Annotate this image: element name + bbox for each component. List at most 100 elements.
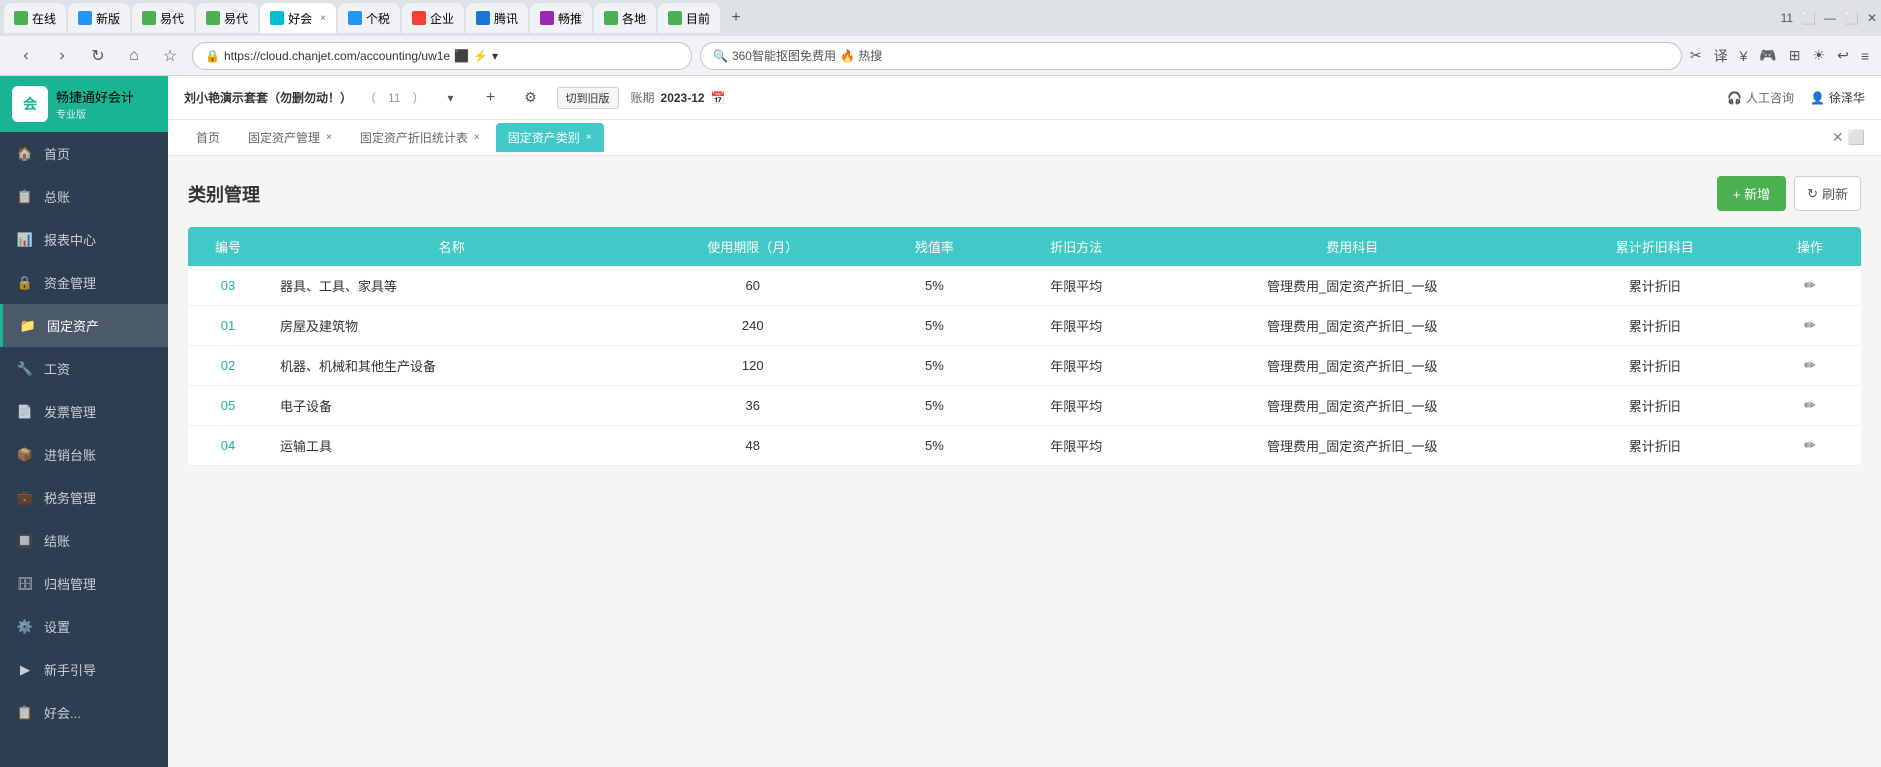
switch-version-button[interactable]: 切到旧版 bbox=[557, 87, 619, 109]
tab-close-icon[interactable]: ✕ bbox=[1867, 11, 1877, 25]
page-tab-fixed-mgmt[interactable]: 固定资产管理 × bbox=[236, 123, 344, 152]
back-button[interactable]: ‹ bbox=[12, 42, 40, 70]
browser-tab-shumu[interactable]: 目前 bbox=[658, 3, 720, 33]
refresh-button[interactable]: ↻ bbox=[84, 42, 112, 70]
table-row: 04 运输工具 48 5% 年限平均 管理费用_固定资产折旧_一级 累计折旧 ✏ bbox=[188, 426, 1861, 466]
sidebar-item-label-ledger: 总账 bbox=[44, 187, 70, 206]
browser-tab-geshui[interactable]: 个税 bbox=[338, 3, 400, 33]
sidebar-item-label-fixed: 固定资产 bbox=[47, 316, 99, 335]
tab-favicon-changtui bbox=[540, 11, 554, 25]
th-name: 名称 bbox=[268, 227, 635, 266]
apps-icon[interactable]: ⊞ bbox=[1789, 47, 1801, 64]
tab-favicon-yidai1 bbox=[142, 11, 156, 25]
section-actions: + 新增 ↻ 刷新 bbox=[1717, 176, 1861, 211]
sidebar-item-tax[interactable]: 💼 税务管理 bbox=[0, 476, 168, 519]
browser-tab-yidai2[interactable]: 易代 bbox=[196, 3, 258, 33]
cell-id-3: 05 bbox=[188, 386, 268, 426]
browser-tab-zaixian[interactable]: 在线 bbox=[4, 3, 66, 33]
edit-button-3[interactable]: ✏ bbox=[1804, 397, 1816, 414]
browser-tab-haosuan[interactable]: 好会 × bbox=[260, 3, 336, 33]
browser-tab-xin[interactable]: 新版 bbox=[68, 3, 130, 33]
page-tab-home[interactable]: 首页 bbox=[184, 123, 232, 152]
bookmark-button[interactable]: ☆ bbox=[156, 42, 184, 70]
tax-icon: 💼 bbox=[16, 489, 34, 507]
home-button[interactable]: ⌂ bbox=[120, 42, 148, 70]
menu-icon[interactable]: ≡ bbox=[1861, 48, 1869, 64]
cell-action-1: ✏ bbox=[1759, 306, 1861, 346]
refresh-icon: ↻ bbox=[1807, 186, 1818, 202]
brightness-icon[interactable]: ☀ bbox=[1813, 47, 1826, 64]
tab-minimize-icon[interactable]: — bbox=[1824, 11, 1836, 25]
cell-expense-4: 管理费用_固定资产折旧_一级 bbox=[1154, 426, 1551, 466]
calendar-icon[interactable]: 📅 bbox=[711, 91, 726, 105]
undo-icon[interactable]: ↩ bbox=[1837, 47, 1849, 64]
browser-tab-tengxun[interactable]: 腾讯 bbox=[466, 3, 528, 33]
tab-favicon-haosuan bbox=[270, 11, 284, 25]
edit-button-1[interactable]: ✏ bbox=[1804, 317, 1816, 334]
add-button[interactable]: + 新增 bbox=[1717, 176, 1786, 211]
sidebar-item-stock[interactable]: 📦 进销台账 bbox=[0, 433, 168, 476]
report-icon: 📊 bbox=[16, 231, 34, 249]
cell-rate-3: 5% bbox=[870, 386, 999, 426]
translate-icon[interactable]: 译 bbox=[1714, 46, 1728, 66]
tab-close-window-icon[interactable]: ✕ bbox=[1832, 129, 1844, 146]
new-tab-button[interactable]: + bbox=[722, 4, 750, 32]
browser-tab-changtui[interactable]: 畅推 bbox=[530, 3, 592, 33]
sidebar-item-report[interactable]: 📊 报表中心 bbox=[0, 218, 168, 261]
sidebar-item-invoice[interactable]: 📄 发票管理 bbox=[0, 390, 168, 433]
page-tab-category[interactable]: 固定资产类别 × bbox=[496, 123, 604, 152]
cell-id-2: 02 bbox=[188, 346, 268, 386]
page-tab-close-category[interactable]: × bbox=[586, 132, 592, 143]
tab-close-haosuan[interactable]: × bbox=[320, 13, 326, 24]
sidebar-item-salary[interactable]: 🔧 工资 bbox=[0, 347, 168, 390]
page-tab-depreciation[interactable]: 固定资产折旧统计表 × bbox=[348, 123, 492, 152]
forward-button[interactable]: › bbox=[48, 42, 76, 70]
header-add-button[interactable]: + bbox=[477, 84, 505, 112]
sidebar-item-guide[interactable]: ▶ 新手引导 bbox=[0, 648, 168, 691]
page-tab-close-depreciation[interactable]: × bbox=[474, 132, 480, 143]
page-tab-close-fixed-mgmt[interactable]: × bbox=[326, 132, 332, 143]
checkout-icon: 🔲 bbox=[16, 532, 34, 550]
browser-tab-yidai1[interactable]: 易代 bbox=[132, 3, 194, 33]
tab-label-qiye: 企业 bbox=[430, 10, 454, 27]
header-username[interactable]: 👤 徐泽华 bbox=[1810, 89, 1865, 106]
sidebar-item-home[interactable]: 🏠 首页 bbox=[0, 132, 168, 175]
fixed-icon: 📁 bbox=[19, 317, 37, 335]
url-bar[interactable]: 🔒 https://cloud.chanjet.com/accounting/u… bbox=[192, 42, 692, 70]
page-tab-label-category: 固定资产类别 bbox=[508, 129, 580, 146]
browser-tab-gedi[interactable]: 各地 bbox=[594, 3, 656, 33]
tab-label-yidai1: 易代 bbox=[160, 10, 184, 27]
tab-maximize-icon[interactable]: ⬜ bbox=[1844, 11, 1859, 25]
url-dropdown-icon[interactable]: ▾ bbox=[492, 49, 498, 63]
sidebar-item-label-guide: 新手引导 bbox=[44, 660, 96, 679]
tab-expand-icon[interactable]: ⬜ bbox=[1848, 129, 1865, 146]
edit-button-0[interactable]: ✏ bbox=[1804, 277, 1816, 294]
edit-button-4[interactable]: ✏ bbox=[1804, 437, 1816, 454]
game-icon[interactable]: 🎮 bbox=[1759, 47, 1776, 64]
tab-favicon-zaixian bbox=[14, 11, 28, 25]
browser-tab-qiye[interactable]: 企业 bbox=[402, 3, 464, 33]
scissors-icon[interactable]: ✂ bbox=[1690, 47, 1702, 64]
sidebar-item-ledger[interactable]: 📋 总账 bbox=[0, 175, 168, 218]
tab-label-tengxun: 腾讯 bbox=[494, 10, 518, 27]
sidebar-item-checkout[interactable]: 🔲 结账 bbox=[0, 519, 168, 562]
service-button[interactable]: 🎧 人工咨询 bbox=[1727, 89, 1794, 106]
tab-manage-icon[interactable]: ⬜ bbox=[1801, 11, 1816, 25]
sidebar-item-fixed[interactable]: 📁 固定资产 bbox=[0, 304, 168, 347]
header-settings-button[interactable]: ⚙ bbox=[517, 84, 545, 112]
sidebar-item-archive[interactable]: 🗄 归档管理 bbox=[0, 562, 168, 605]
cell-expense-2: 管理费用_固定资产折旧_一级 bbox=[1154, 346, 1551, 386]
sidebar-item-settings[interactable]: ⚙️ 设置 bbox=[0, 605, 168, 648]
header-dropdown-button[interactable]: ▾ bbox=[437, 84, 465, 112]
coin-icon[interactable]: ¥ bbox=[1740, 48, 1748, 64]
main-content: 刘小艳演示套套（勿删勿动！） （ 11 ） ▾ + ⚙ 切到旧版 账期 2023… bbox=[168, 76, 1881, 767]
edit-button-2[interactable]: ✏ bbox=[1804, 357, 1816, 374]
refresh-button-main[interactable]: ↻ 刷新 bbox=[1794, 176, 1861, 211]
toolbar-icons: ✂ 译 ¥ 🎮 ⊞ ☀ ↩ ≡ bbox=[1690, 46, 1869, 66]
search-icon: 🔍 bbox=[713, 49, 728, 63]
search-bar[interactable]: 🔍 360智能抠图免费用 🔥 热搜 bbox=[700, 42, 1682, 70]
page-tab-label-depreciation: 固定资产折旧统计表 bbox=[360, 129, 468, 146]
sidebar-item-more[interactable]: 📋 好会... bbox=[0, 691, 168, 734]
sidebar-item-fund[interactable]: 🔒 资金管理 bbox=[0, 261, 168, 304]
refresh-label: 刷新 bbox=[1822, 184, 1848, 203]
